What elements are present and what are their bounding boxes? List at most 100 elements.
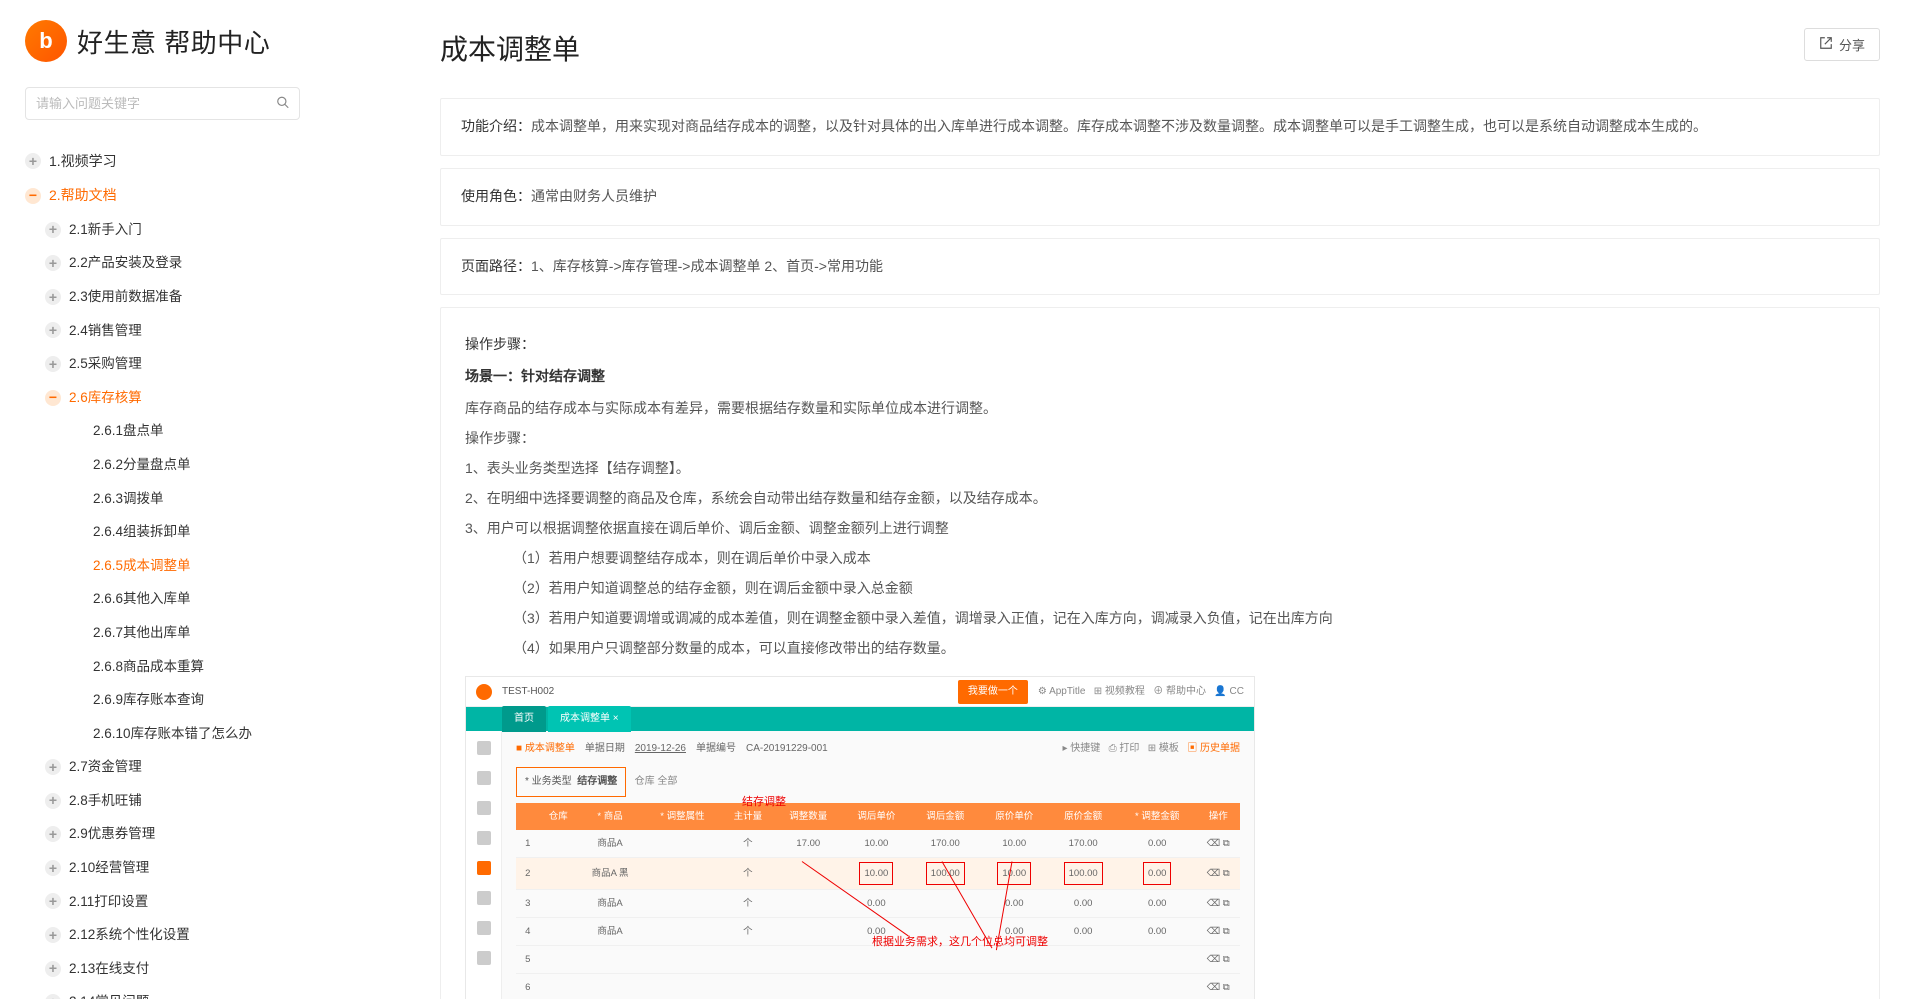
brand-row: b 好生意 帮助中心 <box>25 20 300 62</box>
expand-icon: + <box>45 793 61 809</box>
nav-item[interactable]: +2.4销售管理 <box>25 314 300 348</box>
collapse-icon: − <box>45 390 61 406</box>
nav-item[interactable]: +2.11打印设置 <box>25 885 300 919</box>
nav-item[interactable]: 2.6.5成本调整单 <box>25 549 300 583</box>
nav-item[interactable]: 2.6.4组装拆卸单 <box>25 515 300 549</box>
nav-label: 2.6.6其他入库单 <box>93 588 191 610</box>
step2: 2、在明细中选择要调整的商品及仓库，系统会自动带出结存数量和结存金额，以及结存成… <box>465 484 1855 512</box>
expand-icon: + <box>45 759 61 775</box>
nav-label: 2.11打印设置 <box>69 891 148 913</box>
info-path: 页面路径：1、库存核算->库存管理->成本调整单 2、首页->常用功能 <box>440 238 1880 296</box>
ss-primary-btn: 我要做一个 <box>958 680 1028 704</box>
info-intro-text: 成本调整单，用来实现对商品结存成本的调整，以及针对具体的出入库单进行成本调整。库… <box>531 118 1707 134</box>
nav-label: 2.9优惠券管理 <box>69 823 155 845</box>
nav-item[interactable]: +2.8手机旺铺 <box>25 784 300 818</box>
nav-item[interactable]: −2.帮助文档 <box>25 178 300 212</box>
nav-item[interactable]: +2.1新手入门 <box>25 213 300 247</box>
nav-item[interactable]: 2.6.9库存账本查询 <box>25 683 300 717</box>
expand-icon: + <box>45 356 61 372</box>
scene1-title: 场景一：针对结存调整 <box>465 362 1855 390</box>
search-icon[interactable] <box>276 95 290 112</box>
nav-item[interactable]: +2.14常见问题 <box>25 985 300 999</box>
share-button[interactable]: 分享 <box>1804 28 1880 61</box>
nav-label: 1.视频学习 <box>49 150 117 172</box>
content-box: 操作步骤： 场景一：针对结存调整 库存商品的结存成本与实际成本有差异，需要根据结… <box>440 307 1880 999</box>
ss-logo-icon <box>476 684 492 700</box>
sub2: （2）若用户知道调整总的结存金额，则在调后金额中录入总金额 <box>513 574 1855 602</box>
nav-item[interactable]: 2.6.10库存账本错了怎么办 <box>25 717 300 751</box>
ss-biztype-box: * 业务类型 结存调整 <box>516 767 626 797</box>
nav-item[interactable]: +2.12系统个性化设置 <box>25 918 300 952</box>
sub4: （4）如果用户只调整部分数量的成本，可以直接修改带出的结存数量。 <box>513 634 1855 662</box>
sidebar: b 好生意 帮助中心 +1.视频学习−2.帮助文档+2.1新手入门+2.2产品安… <box>0 0 320 999</box>
ss-table: 仓库* 商品* 调整属性主计量调整数量调后单价调后金额原价单价原价金额* 调整金… <box>516 803 1240 999</box>
ss-tab-home: 首页 <box>502 706 546 732</box>
expand-icon: + <box>45 893 61 909</box>
nav-item[interactable]: +2.10经营管理 <box>25 851 300 885</box>
expand-icon: + <box>45 826 61 842</box>
nav-label: 2.6.7其他出库单 <box>93 622 191 644</box>
nav-item[interactable]: +1.视频学习 <box>25 144 300 178</box>
info-role-text: 通常由财务人员维护 <box>531 188 657 204</box>
nav-item[interactable]: 2.6.2分量盘点单 <box>25 448 300 482</box>
nav-item[interactable]: −2.6库存核算 <box>25 381 300 415</box>
nav-label: 2.6.2分量盘点单 <box>93 454 191 476</box>
ss-toolbar: ▸ 快捷键 ⎙ 打印 ⊞ 模板 ▣ 历史单据 <box>1062 739 1240 759</box>
nav-item[interactable]: +2.3使用前数据准备 <box>25 280 300 314</box>
expand-icon: + <box>45 927 61 943</box>
expand-icon: + <box>45 994 61 999</box>
nav-label: 2.4销售管理 <box>69 320 142 342</box>
nav-item[interactable]: 2.6.1盘点单 <box>25 414 300 448</box>
info-role: 使用角色：通常由财务人员维护 <box>440 168 1880 226</box>
ss-crumb: ■ 成本调整单 <box>516 739 575 759</box>
scene1-desc: 库存商品的结存成本与实际成本有差异，需要根据结存数量和实际单位成本进行调整。 <box>465 394 1855 422</box>
nav-item[interactable]: +2.2产品安装及登录 <box>25 246 300 280</box>
nav-label: 2.2产品安装及登录 <box>69 252 182 274</box>
nav-item[interactable]: 2.6.3调拨单 <box>25 482 300 516</box>
expand-icon: + <box>45 255 61 271</box>
title-row: 成本调整单 分享 <box>440 28 1880 68</box>
scene1-steps-label: 操作步骤： <box>465 424 1855 452</box>
expand-icon: + <box>45 961 61 977</box>
nav-label: 2.帮助文档 <box>49 184 117 206</box>
nav-label: 2.13在线支付 <box>69 958 149 980</box>
expand-icon: + <box>45 322 61 338</box>
info-intro: 功能介绍：成本调整单，用来实现对商品结存成本的调整，以及针对具体的出入库单进行成… <box>440 98 1880 156</box>
nav-item[interactable]: +2.7资金管理 <box>25 750 300 784</box>
logo-icon: b <box>25 20 67 62</box>
page-title: 成本调整单 <box>440 28 580 68</box>
nav-item[interactable]: 2.6.7其他出库单 <box>25 616 300 650</box>
ss-tenant: TEST-H002 <box>502 682 554 702</box>
share-label: 分享 <box>1839 35 1865 54</box>
nav-label: 2.14常见问题 <box>69 991 149 999</box>
expand-icon: + <box>45 289 61 305</box>
nav-label: 2.8手机旺铺 <box>69 790 142 812</box>
ss-tab-active: 成本调整单 × <box>548 706 631 732</box>
embedded-screenshot: TEST-H002 我要做一个 ⚙ AppTitle ⊞ 视频教程 ⊕ 帮助中心… <box>465 676 1255 999</box>
search-input[interactable] <box>25 87 300 120</box>
ss-red-label-1: 结存调整 <box>742 791 786 813</box>
expand-icon: + <box>45 222 61 238</box>
nav-label: 2.10经营管理 <box>69 857 149 879</box>
sub3: （3）若用户知道要调增或调减的成本差值，则在调整金额中录入差值，调增录入正值，记… <box>513 604 1855 632</box>
nav-item[interactable]: +2.13在线支付 <box>25 952 300 986</box>
nav-item[interactable]: 2.6.8商品成本重算 <box>25 650 300 684</box>
nav-item[interactable]: +2.5采购管理 <box>25 347 300 381</box>
nav-item[interactable]: 2.6.6其他入库单 <box>25 582 300 616</box>
expand-icon: + <box>25 153 41 169</box>
expand-icon: + <box>45 860 61 876</box>
nav-label: 2.6.10库存账本错了怎么办 <box>93 723 252 745</box>
nav-item[interactable]: +2.9优惠券管理 <box>25 817 300 851</box>
info-role-label: 使用角色： <box>461 188 531 204</box>
nav-label: 2.6.3调拨单 <box>93 488 164 510</box>
info-intro-label: 功能介绍： <box>461 118 531 134</box>
search-wrap <box>25 87 300 120</box>
ss-code-val: CA-20191229-001 <box>746 739 828 759</box>
nav-label: 2.12系统个性化设置 <box>69 924 190 946</box>
nav-label: 2.6.1盘点单 <box>93 420 164 442</box>
nav-label: 2.1新手入门 <box>69 219 142 241</box>
nav-label: 2.3使用前数据准备 <box>69 286 182 308</box>
share-icon <box>1819 36 1833 53</box>
step3: 3、用户可以根据调整依据直接在调后单价、调后金额、调整金额列上进行调整 <box>465 514 1855 542</box>
brand-title: 好生意 帮助中心 <box>77 23 270 60</box>
